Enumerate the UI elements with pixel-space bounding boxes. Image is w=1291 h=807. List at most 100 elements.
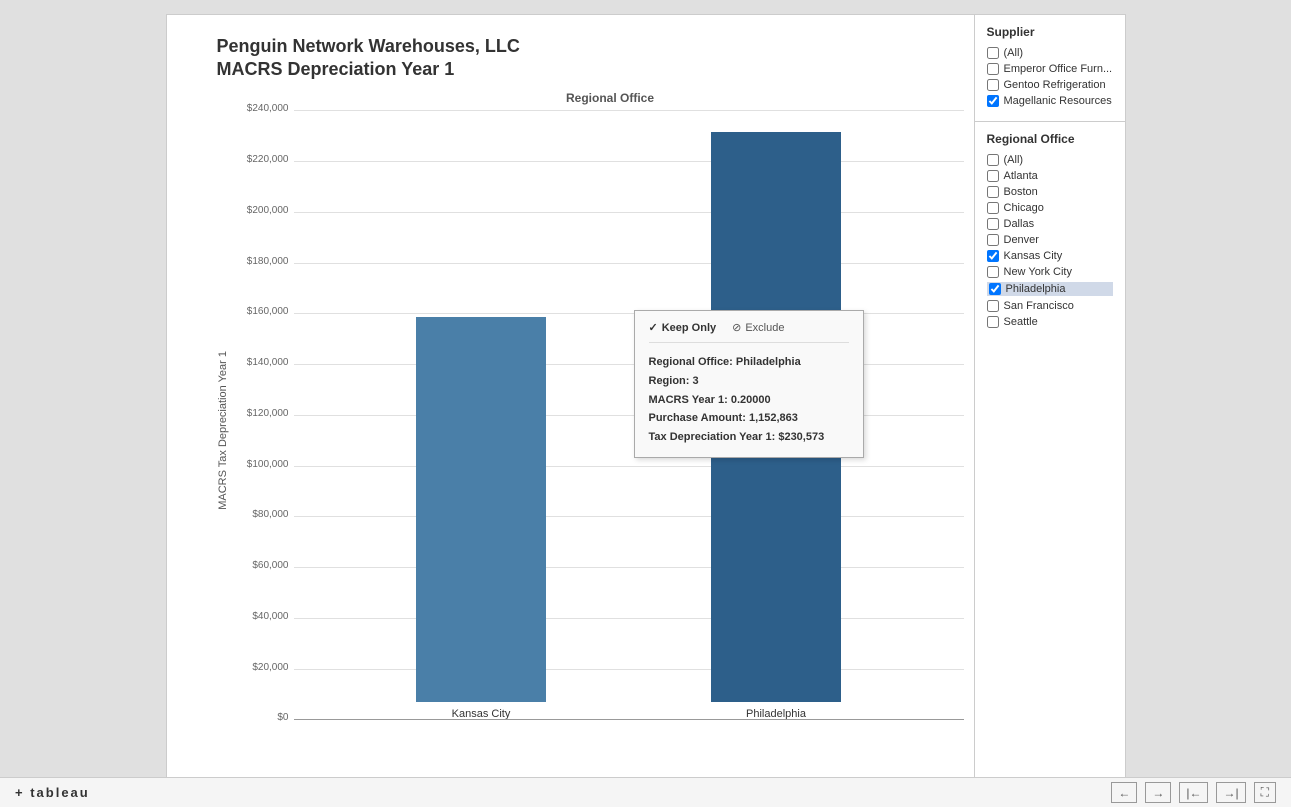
y-axis-label: MACRS Tax Depreciation Year 1 [217,351,229,510]
regional-office-filter-title: Regional Office [987,132,1113,146]
regional-office-item-label: Philadelphia [1006,283,1066,295]
supplier-filter-item[interactable]: Gentoo Refrigeration [987,79,1113,91]
regional-office-filter-item[interactable]: Kansas City [987,250,1113,262]
regional-office-filter-item[interactable]: Philadelphia [987,282,1113,296]
regional-office-checkbox[interactable] [987,186,999,198]
regional-office-checkbox[interactable] [987,234,999,246]
tableau-logo-text: + tableau [15,785,90,800]
x-axis-line [294,719,964,720]
gridline-label: $220,000 [229,154,289,165]
right-panel: Supplier (All) Emperor Office Furn... Gent… [975,15,1125,793]
regional-office-item-label: Atlanta [1004,170,1038,182]
bar-kansas-city[interactable]: Kansas City [416,317,546,720]
regional-office-checkbox[interactable] [989,283,1001,295]
bar-kc[interactable] [416,317,546,702]
title-line2: MACRS Depreciation Year 1 [217,58,964,81]
gridline-label: $100,000 [229,459,289,470]
regional-office-item-label: Denver [1004,234,1039,246]
regional-office-filter-item[interactable]: Dallas [987,218,1113,230]
chart-title: Penguin Network Warehouses, LLC MACRS De… [217,35,964,82]
regional-office-filter-item[interactable]: Denver [987,234,1113,246]
tooltip-region: Region: 3 [649,372,849,391]
regional-office-filter-item[interactable]: (All) [987,154,1113,166]
supplier-checkbox[interactable] [987,63,999,75]
tooltip-region-value: 3 [693,375,699,387]
gridline-label: $60,000 [229,560,289,571]
regional-office-checkbox[interactable] [987,202,999,214]
regional-office-item-label: Boston [1004,186,1038,198]
regional-office-item-label: Chicago [1004,202,1044,214]
supplier-item-label: Gentoo Refrigeration [1004,79,1106,91]
regional-office-item-label: (All) [1004,154,1024,166]
nav-first-button[interactable]: |← [1179,782,1208,803]
regional-office-filter-item[interactable]: Chicago [987,202,1113,214]
gridline-label: $200,000 [229,205,289,216]
regional-office-checkbox[interactable] [987,170,999,182]
gridline-label: $180,000 [229,256,289,267]
regional-office-item-label: New York City [1004,266,1072,278]
supplier-checkbox[interactable] [987,79,999,91]
plot-wrapper: $0$20,000$40,000$60,000$80,000$100,000$1… [234,110,964,750]
supplier-filter-title: Supplier [987,25,1113,39]
exclude-action[interactable]: ⊘ Exclude [732,321,784,334]
gridline-label: $20,000 [229,662,289,673]
x-axis-label: Regional Office [257,91,964,105]
supplier-filter: Supplier (All) Emperor Office Furn... Gent… [975,15,1125,122]
tooltip-purchase: Purchase Amount: 1,152,863 [649,409,849,428]
supplier-checkbox[interactable] [987,95,999,107]
tableau-logo: + tableau [15,785,90,800]
tooltip-ro-value: Philadelphia [736,356,801,368]
supplier-filter-item[interactable]: Magellanic Resources [987,95,1113,107]
tooltip-region-office: Regional Office: Philadelphia [649,353,849,372]
regional-office-filter-item[interactable]: Boston [987,186,1113,198]
supplier-items: (All) Emperor Office Furn... Gentoo Refrig… [987,47,1113,107]
regional-office-item-label: San Francisco [1004,300,1074,312]
gridline-label: $240,000 [229,103,289,114]
nav-last-button[interactable]: →| [1216,782,1245,803]
title-line1: Penguin Network Warehouses, LLC [217,35,964,58]
nav-prev-button[interactable]: ← [1111,782,1137,803]
tooltip-content: Regional Office: Philadelphia Region: 3 … [649,353,849,446]
supplier-checkbox[interactable] [987,47,999,59]
regional-office-filter-item[interactable]: Atlanta [987,170,1113,182]
regional-office-checkbox[interactable] [987,218,999,230]
regional-office-filter-item[interactable]: San Francisco [987,300,1113,312]
tooltip-region-label: Region: [649,375,690,387]
tooltip-tax-value: $230,573 [778,431,824,443]
nav-buttons: ← → |← →| ⛶ [1111,782,1276,803]
nav-next-button[interactable]: → [1145,782,1171,803]
gridline-label: $0 [229,712,289,723]
regional-office-items: (All) Atlanta Boston Chicago Dallas Denver Kan… [987,154,1113,328]
tooltip-actions: ✓ Keep Only ⊘ Exclude [649,321,849,343]
tooltip-macrs: MACRS Year 1: 0.20000 [649,391,849,410]
regional-office-checkbox[interactable] [987,316,999,328]
tooltip-purchase-label: Purchase Amount: [649,412,746,424]
supplier-item-label: Magellanic Resources [1004,95,1112,107]
tooltip-tax: Tax Depreciation Year 1: $230,573 [649,428,849,447]
fullscreen-button[interactable]: ⛶ [1254,782,1276,803]
gridline-label: $120,000 [229,408,289,419]
regional-office-filter-item[interactable]: New York City [987,266,1113,278]
tooltip-purchase-value: 1,152,863 [749,412,798,424]
supplier-filter-item[interactable]: Emperor Office Furn... [987,63,1113,75]
checkmark-icon: ✓ [649,321,658,334]
regional-office-item-label: Dallas [1004,218,1035,230]
regional-office-checkbox[interactable] [987,250,999,262]
regional-office-filter-item[interactable]: Seattle [987,316,1113,328]
keep-only-label: Keep Only [662,322,716,334]
chart-body: MACRS Tax Depreciation Year 1 $0$20,000$… [217,110,964,750]
regional-office-checkbox[interactable] [987,300,999,312]
regional-office-checkbox[interactable] [987,154,999,166]
regional-office-checkbox[interactable] [987,266,999,278]
keep-only-action[interactable]: ✓ Keep Only [649,321,717,334]
gridline-label: $40,000 [229,611,289,622]
gridline-label: $80,000 [229,509,289,520]
regional-office-item-label: Kansas City [1004,250,1063,262]
tooltip-tax-label: Tax Depreciation Year 1: [649,431,776,443]
supplier-item-label: (All) [1004,47,1024,59]
tooltip-ro-label: Regional Office: [649,356,733,368]
supplier-item-label: Emperor Office Furn... [1004,63,1113,75]
tooltip: ✓ Keep Only ⊘ Exclude Regional Office: [634,310,864,457]
regional-office-item-label: Seattle [1004,316,1038,328]
supplier-filter-item[interactable]: (All) [987,47,1113,59]
